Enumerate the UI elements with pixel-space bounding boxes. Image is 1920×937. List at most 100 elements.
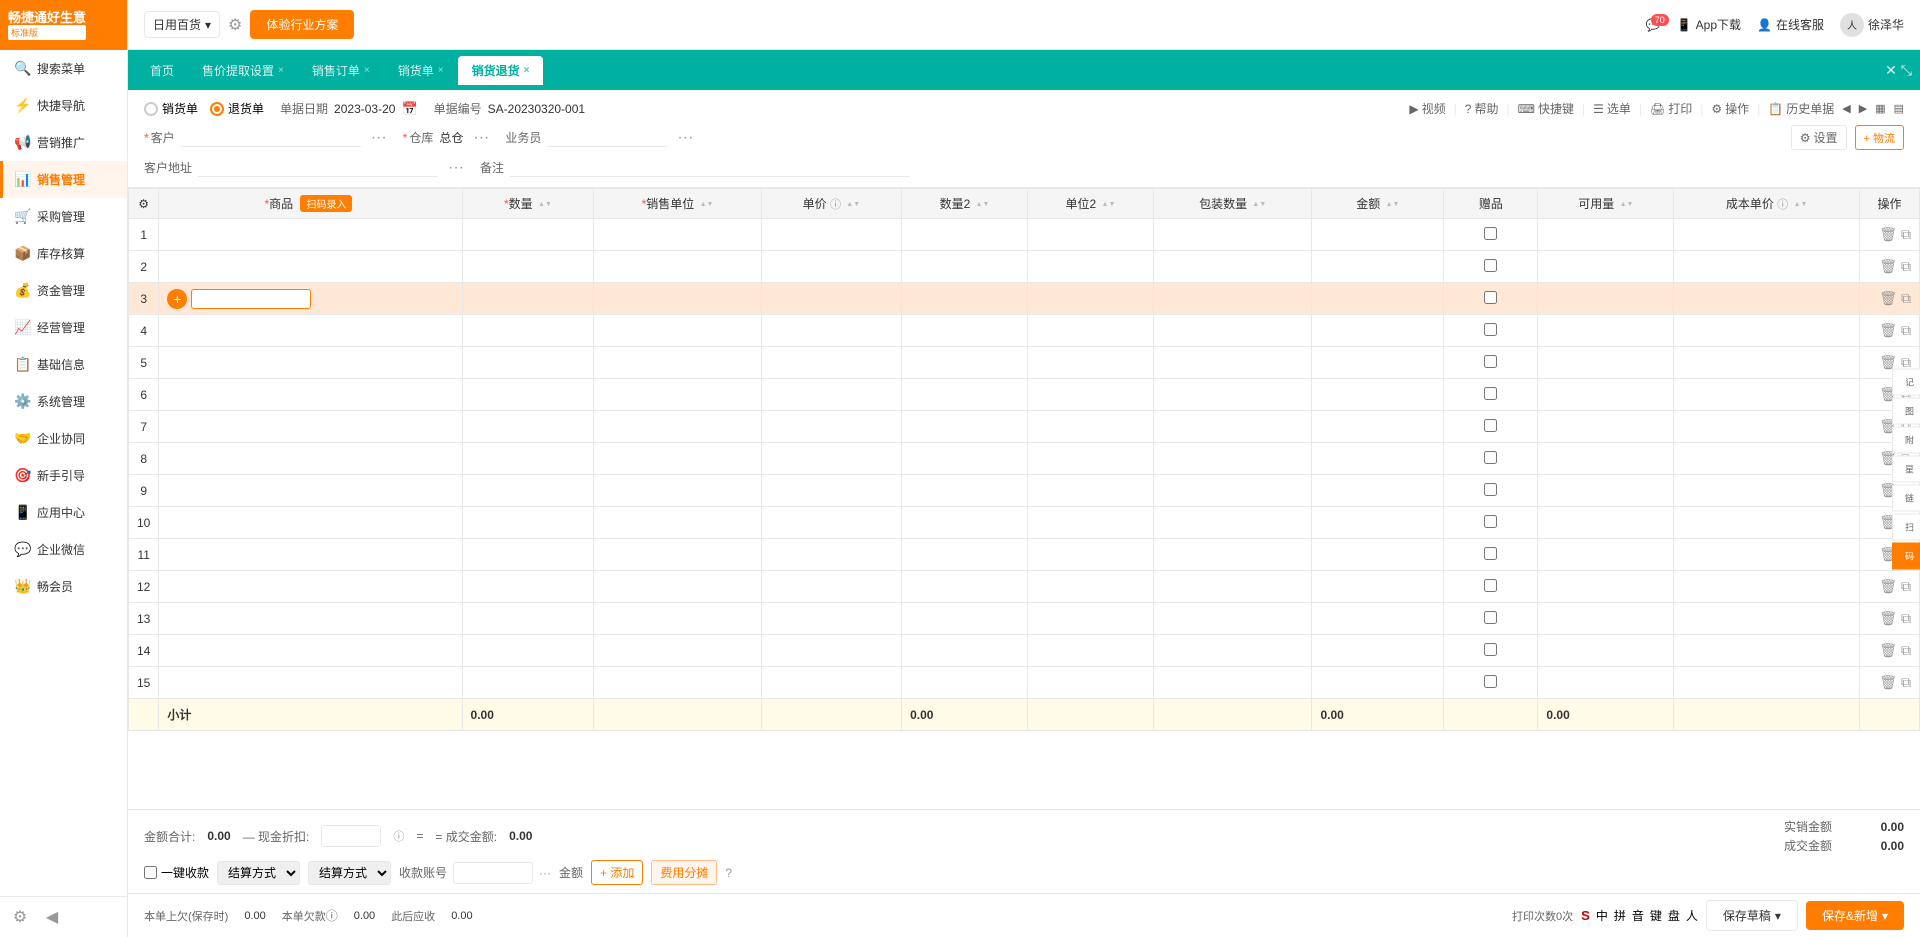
product-cell-11[interactable] [159, 539, 462, 571]
qty-cell-11[interactable] [462, 539, 594, 571]
price-sort[interactable]: ▲▼ [846, 201, 860, 208]
gift-cell-4[interactable] [1444, 315, 1538, 347]
cost-cell-15[interactable] [1674, 667, 1860, 699]
qty2-sort[interactable]: ▲▼ [976, 201, 990, 208]
price-cell-3[interactable] [761, 283, 901, 315]
copy-icon-15[interactable]: ⧉ [1901, 674, 1911, 691]
unit-cell-11[interactable] [594, 539, 761, 571]
gift-cell-15[interactable] [1444, 667, 1538, 699]
unit2-cell-4[interactable] [1027, 315, 1153, 347]
amount-cell-11[interactable] [1312, 539, 1444, 571]
qty-cell-15[interactable] [462, 667, 594, 699]
pkg-cell-12[interactable] [1153, 571, 1312, 603]
help-btn[interactable]: ? 帮助 [1465, 100, 1499, 117]
gift-checkbox-1[interactable] [1484, 227, 1497, 240]
product-cell-1[interactable] [159, 219, 462, 251]
unit-cell-4[interactable] [594, 315, 761, 347]
gift-checkbox-5[interactable] [1484, 355, 1497, 368]
price-info-icon[interactable]: ⓘ [830, 199, 841, 211]
save-draft-btn[interactable]: 保存草稿 ▾ [1706, 900, 1798, 931]
tab-sales-delivery[interactable]: 销货单× [384, 56, 458, 85]
gift-cell-1[interactable] [1444, 219, 1538, 251]
price-cell-2[interactable] [761, 251, 901, 283]
delete-icon-14[interactable]: 🗑 [1879, 642, 1897, 659]
price-cell-6[interactable] [761, 379, 901, 411]
quick-qr[interactable]: 码 [1892, 542, 1920, 569]
product-input-${rowNum}[interactable] [191, 289, 311, 309]
quick-star[interactable]: 星 [1892, 455, 1920, 482]
product-cell-12[interactable] [159, 571, 462, 603]
business-type-select[interactable]: 日用百货 ▾ [144, 11, 220, 38]
pkg-cell-6[interactable] [1153, 379, 1312, 411]
cost-cell-12[interactable] [1674, 571, 1860, 603]
avail-cell-12[interactable] [1538, 571, 1674, 603]
qty-cell-6[interactable] [462, 379, 594, 411]
unit2-cell-8[interactable] [1027, 443, 1153, 475]
copy-icon-3[interactable]: ⧉ [1901, 290, 1911, 307]
cash-discount-info[interactable]: ⓘ [393, 828, 404, 844]
add-payment-btn[interactable]: + 添加 [591, 860, 643, 885]
amount-cell-4[interactable] [1312, 315, 1444, 347]
radio-return[interactable]: 退货单 [210, 100, 264, 117]
gift-cell-11[interactable] [1444, 539, 1538, 571]
th-setting[interactable]: ⚙ [129, 189, 159, 219]
tab-close-price-setting[interactable]: × [278, 65, 284, 76]
unit-cell-7[interactable] [594, 411, 761, 443]
product-cell-13[interactable] [159, 603, 462, 635]
cost-cell-9[interactable] [1674, 475, 1860, 507]
sidebar-item-basic[interactable]: 📋基础信息 [0, 346, 127, 383]
avail-cell-6[interactable] [1538, 379, 1674, 411]
quick-attach[interactable]: 附 [1892, 426, 1920, 453]
unit2-cell-11[interactable] [1027, 539, 1153, 571]
qty-cell-1[interactable] [462, 219, 594, 251]
avail-cell-4[interactable] [1538, 315, 1674, 347]
qty-sort[interactable]: ▲▼ [538, 201, 552, 208]
gift-cell-14[interactable] [1444, 635, 1538, 667]
pkg-cell-13[interactable] [1153, 603, 1312, 635]
qty2-cell-1[interactable] [902, 219, 1028, 251]
product-cell-6[interactable] [159, 379, 462, 411]
video-btn[interactable]: ▶ 视频 [1409, 100, 1445, 117]
avail-cell-10[interactable] [1538, 507, 1674, 539]
qty2-cell-9[interactable] [902, 475, 1028, 507]
ime-icon-zh[interactable]: 中 [1596, 907, 1608, 924]
product-cell-10[interactable] [159, 507, 462, 539]
sidebar-item-finance[interactable]: 💰资金管理 [0, 272, 127, 309]
grid-view-btn[interactable]: ▦ [1875, 102, 1885, 115]
qty-cell-13[interactable] [462, 603, 594, 635]
unit2-cell-3[interactable] [1027, 283, 1153, 315]
price-cell-11[interactable] [761, 539, 901, 571]
price-cell-4[interactable] [761, 315, 901, 347]
next-btn[interactable]: ▶ [1859, 102, 1867, 115]
salesperson-input[interactable] [547, 128, 667, 147]
cost-cell-5[interactable] [1674, 347, 1860, 379]
qty2-cell-10[interactable] [902, 507, 1028, 539]
cost-cell-7[interactable] [1674, 411, 1860, 443]
amount-cell-13[interactable] [1312, 603, 1444, 635]
avail-cell-3[interactable] [1538, 283, 1674, 315]
amount-cell-5[interactable] [1312, 347, 1444, 379]
qty2-cell-11[interactable] [902, 539, 1028, 571]
unit2-cell-10[interactable] [1027, 507, 1153, 539]
copy-icon-12[interactable]: ⧉ [1901, 578, 1911, 595]
gift-cell-9[interactable] [1444, 475, 1538, 507]
unit-cell-9[interactable] [594, 475, 761, 507]
pkg-cell-14[interactable] [1153, 635, 1312, 667]
gift-checkbox-10[interactable] [1484, 515, 1497, 528]
prev-btn[interactable]: ◀ [1842, 102, 1850, 115]
cost-cell-14[interactable] [1674, 635, 1860, 667]
unit-sort[interactable]: ▲▼ [700, 201, 714, 208]
amount-cell-12[interactable] [1312, 571, 1444, 603]
unit2-cell-14[interactable] [1027, 635, 1153, 667]
gift-cell-10[interactable] [1444, 507, 1538, 539]
avail-cell-11[interactable] [1538, 539, 1674, 571]
cost-cell-10[interactable] [1674, 507, 1860, 539]
split-btn[interactable]: 费用分摊 [651, 860, 717, 885]
column-settings-icon[interactable]: ⚙ [138, 197, 149, 211]
sidebar-item-apps[interactable]: 📱应用中心 [0, 494, 127, 531]
history-btn[interactable]: 📋 历史单据 [1768, 100, 1834, 117]
sidebar-item-operation[interactable]: 📈经营管理 [0, 309, 127, 346]
unit-cell-15[interactable] [594, 667, 761, 699]
cash-discount-input[interactable] [321, 825, 381, 847]
copy-icon-4[interactable]: ⧉ [1901, 322, 1911, 339]
